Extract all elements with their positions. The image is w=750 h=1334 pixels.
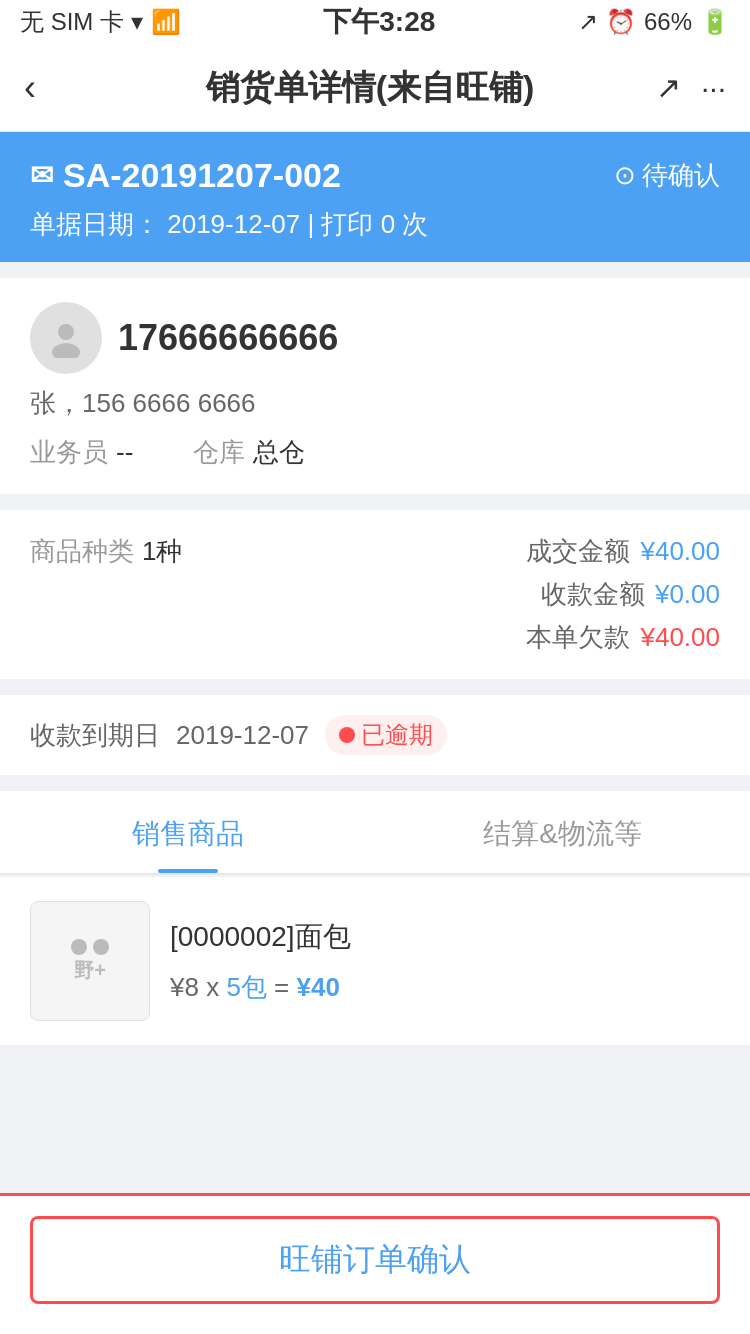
amount-label: 成交金额 — [526, 534, 630, 569]
owl-eye-right — [93, 939, 109, 955]
product-info: [0000002]面包 ¥8 x 5包 = ¥40 — [170, 918, 720, 1005]
tab-settlement[interactable]: 结算&物流等 — [375, 791, 750, 873]
amount-item: 成交金额 ¥40.00 — [526, 534, 720, 569]
salesperson-item: 业务员 -- — [30, 435, 133, 470]
product-item: 野+ [0000002]面包 ¥8 x 5包 = ¥40 — [0, 877, 750, 1045]
owed-label: 本单欠款 — [526, 620, 630, 655]
warehouse-item: 仓库 总仓 — [193, 435, 305, 470]
battery-level: 66% — [644, 8, 692, 36]
avatar — [30, 302, 102, 374]
customer-card: 17666666666 张，156 6666 6666 业务员 -- 仓库 总仓 — [0, 278, 750, 494]
battery-icon: 🔋 — [700, 8, 730, 36]
share-icon[interactable]: ↗ — [656, 70, 681, 105]
nav-actions: ↗ ··· — [656, 70, 726, 105]
status-right: ↗ ⏰ 66% 🔋 — [578, 8, 730, 36]
date-label: 单据日期： — [30, 209, 160, 239]
order-icon: ✉ — [30, 159, 53, 192]
category-info: 商品种类 1种 — [30, 534, 182, 569]
salesperson-label: 业务员 — [30, 435, 108, 470]
quantity: 5包 — [226, 972, 266, 1002]
due-label: 收款到期日 — [30, 718, 160, 753]
time-display: 下午3:28 — [323, 3, 435, 41]
order-number: ✉ SA-20191207-002 — [30, 156, 341, 195]
wifi-icon: 📶 — [151, 8, 181, 36]
nav-bar: ‹ 销货单详情(来自旺铺) ↗ ··· — [0, 44, 750, 132]
warehouse-label: 仓库 — [193, 435, 245, 470]
summary-row: 商品种类 1种 成交金额 ¥40.00 收款金额 ¥0.00 本单欠款 ¥40.… — [30, 534, 720, 655]
order-header-top: ✉ SA-20191207-002 ⊙ 待确认 — [30, 156, 720, 195]
owed-item: 本单欠款 ¥40.00 — [526, 620, 720, 655]
owl-text: 野+ — [74, 957, 106, 984]
meta-row: 业务员 -- 仓库 总仓 — [30, 435, 720, 470]
overdue-badge: 已逾期 — [325, 715, 447, 755]
received-label: 收款金额 — [541, 577, 645, 612]
amount-value: ¥40.00 — [640, 536, 720, 567]
category-label: 商品种类 — [30, 534, 134, 569]
svg-point-0 — [58, 324, 74, 340]
status-label: 待确认 — [642, 158, 720, 193]
total-price: ¥40 — [297, 972, 340, 1002]
overdue-dot-icon — [339, 727, 355, 743]
tab-products[interactable]: 销售商品 — [0, 791, 375, 873]
alarm-icon: ⏰ — [606, 8, 636, 36]
owed-value: ¥40.00 — [640, 622, 720, 653]
page-title: 销货单详情(来自旺铺) — [206, 65, 535, 111]
order-date-value: 2019-12-07 — [167, 209, 300, 239]
overdue-text: 已逾期 — [361, 719, 433, 751]
salesperson-value: -- — [116, 437, 133, 468]
customer-row: 17666666666 — [30, 302, 720, 374]
tab-settlement-label: 结算&物流等 — [483, 818, 642, 849]
warehouse-value: 总仓 — [253, 435, 305, 470]
unit-price: ¥8 — [170, 972, 199, 1002]
received-value: ¥0.00 — [655, 579, 720, 610]
tab-products-label: 销售商品 — [132, 818, 244, 849]
product-thumbnail: 野+ — [30, 901, 150, 1021]
multiply-sign: x — [206, 972, 226, 1002]
customer-phone: 17666666666 — [118, 317, 338, 359]
owl-eyes — [71, 939, 109, 955]
order-id: SA-20191207-002 — [63, 156, 341, 195]
status-clock-icon: ⊙ — [614, 160, 636, 191]
location-icon: ↗ — [578, 8, 598, 36]
more-icon[interactable]: ··· — [701, 71, 726, 105]
product-title: 面包 — [295, 921, 351, 952]
due-date-card: 收款到期日 2019-12-07 已逾期 — [0, 695, 750, 775]
print-info: | 打印 0 次 — [307, 209, 428, 239]
order-header: ✉ SA-20191207-002 ⊙ 待确认 单据日期： 2019-12-07… — [0, 132, 750, 262]
status-left: 无 SIM 卡 ▾ 📶 — [20, 6, 181, 38]
customer-name-detail: 张，156 6666 6666 — [30, 386, 720, 421]
product-price-row: ¥8 x 5包 = ¥40 — [170, 970, 720, 1005]
owl-eye-left — [71, 939, 87, 955]
category-value: 1种 — [142, 534, 182, 569]
svg-point-1 — [52, 343, 80, 358]
confirm-btn-label: 旺铺订单确认 — [279, 1238, 471, 1282]
bottom-bar: 旺铺订单确认 — [0, 1193, 750, 1334]
order-date-row: 单据日期： 2019-12-07 | 打印 0 次 — [30, 207, 720, 242]
due-date-value: 2019-12-07 — [176, 720, 309, 751]
status-bar: 无 SIM 卡 ▾ 📶 下午3:28 ↗ ⏰ 66% 🔋 — [0, 0, 750, 44]
order-status: ⊙ 待确认 — [614, 158, 720, 193]
received-item: 收款金额 ¥0.00 — [541, 577, 720, 612]
product-name: [0000002]面包 — [170, 918, 720, 956]
amounts-right: 成交金额 ¥40.00 收款金额 ¥0.00 本单欠款 ¥40.00 — [526, 534, 720, 655]
back-button[interactable]: ‹ — [24, 67, 84, 109]
equals-sign: = — [274, 972, 296, 1002]
confirm-order-button[interactable]: 旺铺订单确认 — [30, 1216, 720, 1304]
sim-status: 无 SIM 卡 ▾ — [20, 6, 143, 38]
product-code: [0000002] — [170, 921, 295, 952]
tabs-bar: 销售商品 结算&物流等 — [0, 791, 750, 875]
brand-logo: 野+ — [71, 939, 109, 984]
summary-card: 商品种类 1种 成交金额 ¥40.00 收款金额 ¥0.00 本单欠款 ¥40.… — [0, 510, 750, 679]
